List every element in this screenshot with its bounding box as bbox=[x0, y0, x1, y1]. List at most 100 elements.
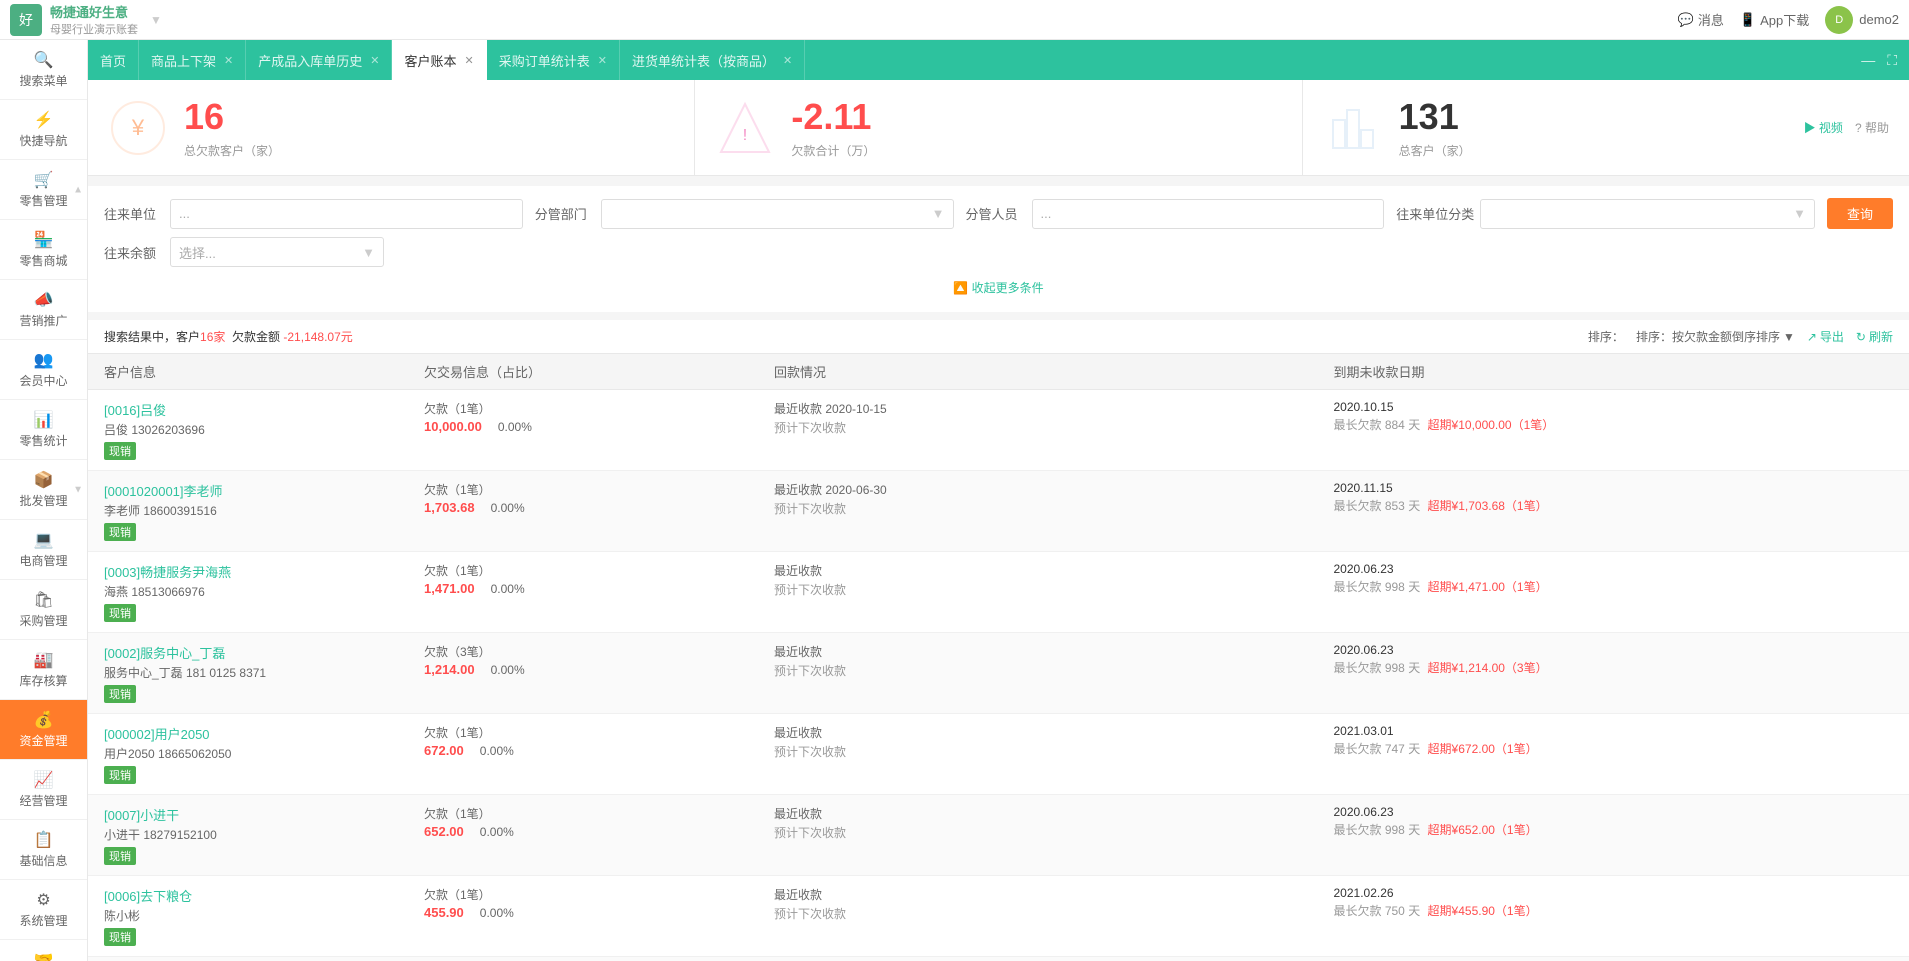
tab-close-purchase-stat[interactable]: ✕ bbox=[598, 54, 607, 67]
customer-phone-0002: 服务中心_丁磊 181 0125 8371 bbox=[104, 664, 424, 681]
phone-icon: 📱 bbox=[1740, 12, 1756, 28]
basic-icon: 📋 bbox=[4, 830, 83, 850]
export-button[interactable]: ↗ 导出 bbox=[1807, 328, 1844, 345]
tab-close-product-history[interactable]: ✕ bbox=[370, 54, 379, 67]
tab-purchase-by-product[interactable]: 进货单统计表（按商品） ✕ bbox=[620, 40, 805, 80]
tab-minimize-btn[interactable]: — bbox=[1857, 50, 1879, 70]
sidebar-item-retail-mall[interactable]: 🏪 零售商城 bbox=[0, 220, 87, 280]
search-icon: 🔍 bbox=[4, 50, 83, 70]
finance-icon: 💰 bbox=[4, 710, 83, 730]
user-avatar[interactable]: D demo2 bbox=[1825, 6, 1899, 34]
due-cell-0016: 2020.10.15 最长欠款 884 天 超期¥10,000.00（1笔） bbox=[1334, 400, 1894, 433]
dept-label: 分管部门 bbox=[535, 204, 595, 223]
retail-icon: 🛒 bbox=[4, 170, 83, 190]
sidebar-item-retail-stat[interactable]: 📊 零售统计 bbox=[0, 400, 87, 460]
sidebar-item-quick-nav[interactable]: ⚡ 快捷导航 bbox=[0, 100, 87, 160]
svg-text:¥: ¥ bbox=[131, 115, 145, 140]
tab-controls: — ⛶ bbox=[1849, 40, 1909, 80]
sidebar-item-marketing[interactable]: 📣 营销推广 bbox=[0, 280, 87, 340]
stat-amount-label: 欠款合计（万） bbox=[791, 142, 875, 159]
customer-phone-000002: 用户2050 18665062050 bbox=[104, 745, 424, 762]
play-icon: ▶ bbox=[1804, 121, 1816, 135]
tab-close-purchase-by-product[interactable]: ✕ bbox=[783, 54, 792, 67]
tab-purchase-stat-label: 采购订单统计表 bbox=[499, 51, 590, 70]
sidebar-label-quick-nav: 快捷导航 bbox=[4, 132, 83, 149]
sidebar-item-inventory[interactable]: 🏭 库存核算 bbox=[0, 640, 87, 700]
chevron-batch-icon: ▼ bbox=[73, 484, 83, 495]
stat-total-info: 131 总客户（家） bbox=[1399, 96, 1471, 159]
manager-input[interactable]: ... bbox=[1032, 199, 1385, 229]
search-button[interactable]: 查询 bbox=[1827, 198, 1893, 229]
stat-controls: ▶ 视频 ? 帮助 bbox=[1804, 119, 1889, 136]
sidebar-item-batch-mgmt[interactable]: 📦 批发管理 ▼ bbox=[0, 460, 87, 520]
unit-category-chevron-icon: ▼ bbox=[1793, 206, 1806, 221]
logo-area: 好 畅捷通好生意 母婴行业演示账套 ▼ bbox=[10, 2, 162, 37]
sidebar-label-marketing: 营销推广 bbox=[4, 312, 83, 329]
message-btn[interactable]: 💬 消息 bbox=[1678, 10, 1724, 29]
balance-chevron-icon: ▼ bbox=[362, 245, 375, 260]
tab-purchase-stat[interactable]: 采购订单统计表 ✕ bbox=[487, 40, 620, 80]
dept-chevron-icon: ▼ bbox=[932, 206, 945, 221]
sidebar-item-finance[interactable]: 💰 资金管理 bbox=[0, 700, 87, 760]
tab-home[interactable]: 首页 bbox=[88, 40, 139, 80]
quick-nav-icon: ⚡ bbox=[4, 110, 83, 130]
refresh-icon: ↻ bbox=[1856, 330, 1866, 344]
header-right: 💬 消息 📱 App下载 D demo2 bbox=[1678, 6, 1899, 34]
customer-name-000002[interactable]: [000002]用户2050 bbox=[104, 724, 424, 743]
customer-name-0006[interactable]: [0006]去下粮仓 bbox=[104, 886, 424, 905]
sidebar-item-purchase[interactable]: 🛍 采购管理 bbox=[0, 580, 87, 640]
sidebar-item-enterprise[interactable]: 🤝 企业协同 bbox=[0, 940, 87, 961]
collapse-filters-row[interactable]: 🔼 收起更多条件 bbox=[104, 275, 1893, 300]
col-return-status: 回款情况 bbox=[774, 362, 1334, 381]
debt-total: -21,148.07元 bbox=[283, 330, 352, 344]
tag-0003: 现销 bbox=[104, 604, 136, 622]
export-icon: ↗ bbox=[1807, 330, 1817, 344]
member-icon: 👥 bbox=[4, 350, 83, 370]
filter-balance: 往来余额 选择... ▼ bbox=[104, 237, 384, 267]
tab-maximize-btn[interactable]: ⛶ bbox=[1883, 50, 1901, 71]
sidebar-item-sys-mgmt[interactable]: ⚙ 系统管理 bbox=[0, 880, 87, 940]
stat-icon-total bbox=[1323, 98, 1383, 158]
app-download-btn[interactable]: 📱 App下载 bbox=[1740, 10, 1809, 29]
customer-name-0016[interactable]: [0016]吕俊 bbox=[104, 400, 424, 419]
balance-select[interactable]: 选择... ▼ bbox=[170, 237, 384, 267]
stat-amount-value: -2.11 bbox=[791, 96, 875, 138]
tab-product-history[interactable]: 产成品入库单历史 ✕ bbox=[246, 40, 392, 80]
customer-cell-0006: [0006]去下粮仓 陈小彬 现销 bbox=[104, 886, 424, 946]
tab-product-status[interactable]: 商品上下架 ✕ bbox=[139, 40, 246, 80]
sidebar-item-ecom[interactable]: 💻 电商管理 bbox=[0, 520, 87, 580]
main-content: ¥ 16 总欠款客户（家） ! bbox=[88, 80, 1909, 961]
customer-name-0003[interactable]: [0003]畅捷服务尹海燕 bbox=[104, 562, 424, 581]
dept-select[interactable]: ▼ bbox=[601, 199, 954, 229]
due-cell-0001: 2020.11.15 最长欠款 853 天 超期¥1,703.68（1笔） bbox=[1334, 481, 1894, 514]
tab-close-customer-account[interactable]: ✕ bbox=[465, 54, 474, 67]
operations-icon: 📈 bbox=[4, 770, 83, 790]
view-btn[interactable]: ▶ 视频 bbox=[1804, 119, 1843, 136]
customer-name-0007[interactable]: [0007]小进干 bbox=[104, 805, 424, 824]
customer-name-0001[interactable]: [0001020001]李老师 bbox=[104, 481, 424, 500]
customer-phone-0001: 李老师 18600391516 bbox=[104, 502, 424, 519]
filter-dept: 分管部门 ▼ bbox=[535, 199, 954, 229]
stat-total-customers: 131 总客户（家） ▶ 视频 ? 帮助 bbox=[1303, 80, 1909, 175]
help-btn[interactable]: ? 帮助 bbox=[1855, 119, 1889, 136]
tab-customer-account[interactable]: 客户账本 ✕ bbox=[392, 40, 486, 80]
customer-count: 16家 bbox=[200, 330, 225, 344]
unit-category-select[interactable]: ▼ bbox=[1480, 199, 1815, 229]
dropdown-icon[interactable]: ▼ bbox=[150, 13, 162, 27]
sidebar-item-search[interactable]: 🔍 搜索菜单 bbox=[0, 40, 87, 100]
sidebar-item-member[interactable]: 👥 会员中心 bbox=[0, 340, 87, 400]
tab-product-history-label: 产成品入库单历史 bbox=[258, 51, 362, 70]
return-cell-0001: 最近收款 2020-06-30 预计下次收款 bbox=[774, 481, 1334, 517]
sidebar-item-basic-info[interactable]: 📋 基础信息 bbox=[0, 820, 87, 880]
sidebar-item-retail-mgmt[interactable]: 🛒 零售管理 ▲ bbox=[0, 160, 87, 220]
customer-name-0002[interactable]: [0002]服务中心_丁磊 bbox=[104, 643, 424, 662]
tab-close-product-status[interactable]: ✕ bbox=[224, 54, 233, 67]
refresh-button[interactable]: ↻ 刷新 bbox=[1856, 328, 1893, 345]
sidebar-item-operations[interactable]: 📈 经营管理 bbox=[0, 760, 87, 820]
marketing-icon: 📣 bbox=[4, 290, 83, 310]
sort-button[interactable]: 排序：按欠款金额倒序排序 ▼ bbox=[1636, 328, 1795, 345]
sidebar-label-ecom: 电商管理 bbox=[4, 552, 83, 569]
from-unit-input[interactable]: ... bbox=[170, 199, 523, 229]
svg-text:!: ! bbox=[743, 127, 747, 144]
sort-area: 排序： 排序：按欠款金额倒序排序 ▼ ↗ 导出 ↻ 刷新 bbox=[1588, 328, 1893, 345]
